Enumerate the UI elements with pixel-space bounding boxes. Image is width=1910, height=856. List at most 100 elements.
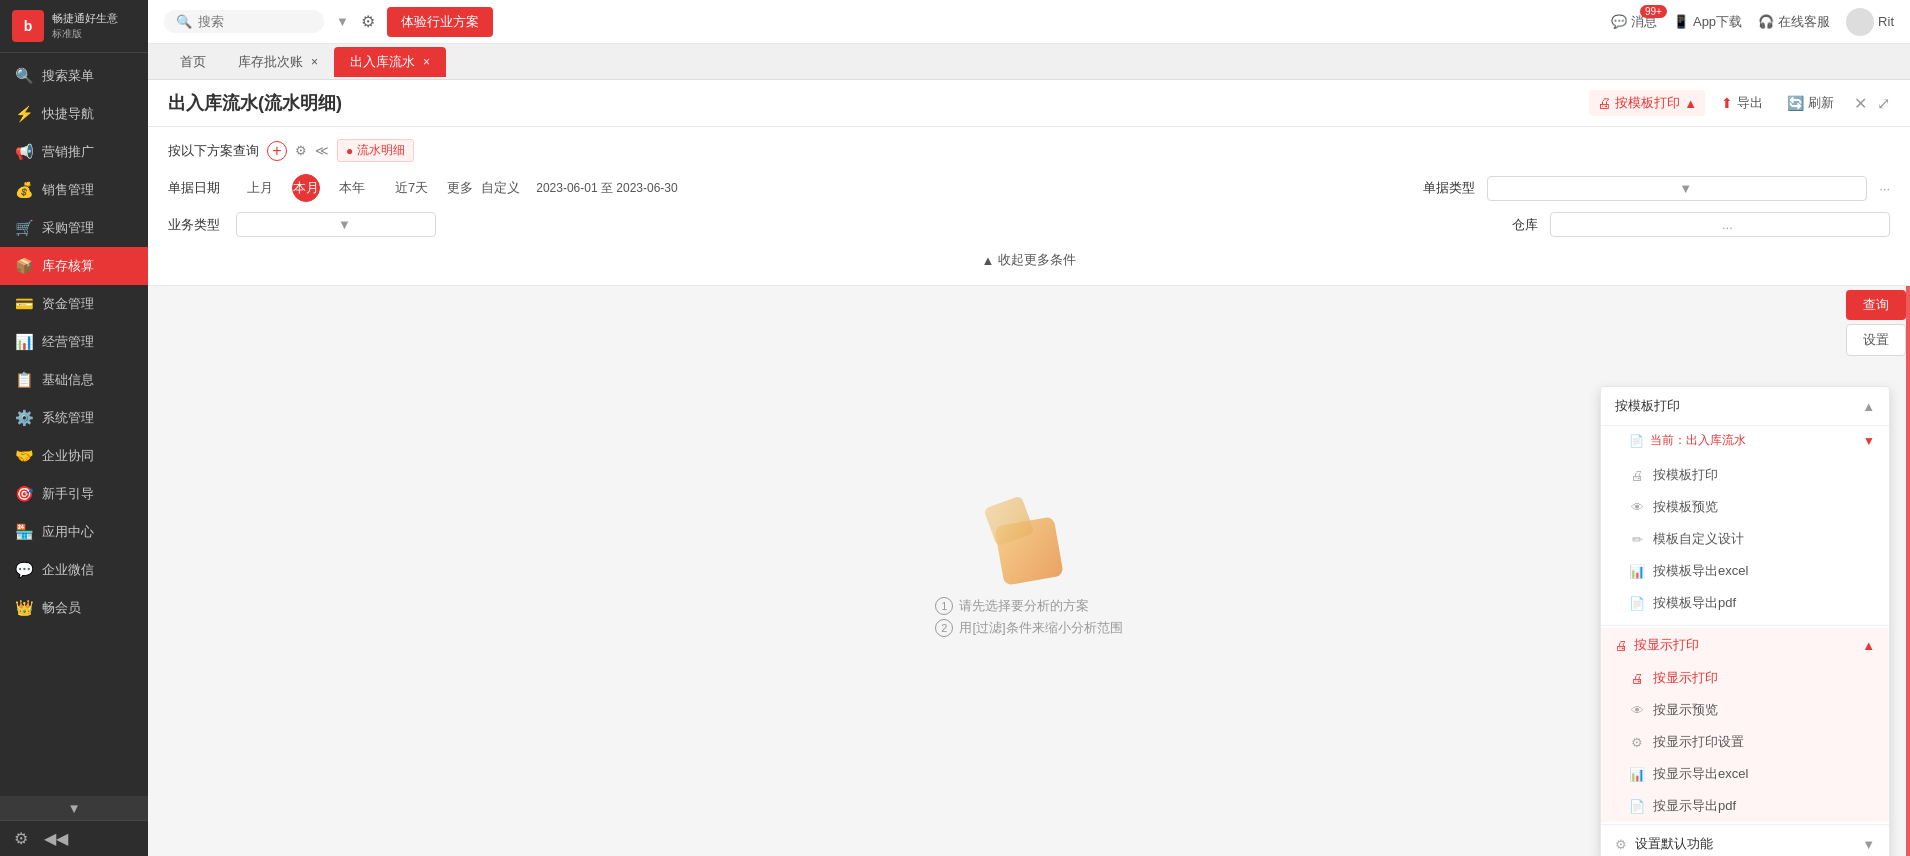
close-stock-flow-tab-icon[interactable]: × xyxy=(423,55,430,69)
collapse-sidebar-icon[interactable]: ◀◀ xyxy=(44,829,68,848)
dropdown-header: 按模板打印 ▲ xyxy=(1601,387,1889,426)
filter-tag-label: 流水明细 xyxy=(357,142,405,159)
filter-add-button[interactable]: + xyxy=(267,141,287,161)
sidebar-item-marketing[interactable]: 📢 营销推广 xyxy=(0,133,148,171)
display-print-icon: 🖨 xyxy=(1615,638,1628,653)
tab-stock-flow[interactable]: 出入库流水 × xyxy=(334,47,446,77)
date-custom-link[interactable]: 自定义 xyxy=(481,179,520,197)
business-label: 业务类型 xyxy=(168,216,220,234)
print-arrow-up-icon: ▲ xyxy=(1684,96,1697,111)
sidebar-item-label: 企业协同 xyxy=(42,447,94,465)
sidebar-item-vip[interactable]: 👑 畅会员 xyxy=(0,589,148,627)
current-template-item[interactable]: 📄 当前：出入库流水 ▼ xyxy=(1601,426,1889,455)
basics-icon: 📋 xyxy=(14,371,34,389)
username-label: Rit xyxy=(1878,14,1894,29)
sidebar-item-sales[interactable]: 💰 销售管理 xyxy=(0,171,148,209)
tab-home[interactable]: 首页 xyxy=(164,47,222,77)
sidebar-item-management[interactable]: 📊 经营管理 xyxy=(0,323,148,361)
filter-settings-button[interactable]: 设置 xyxy=(1846,324,1906,356)
topbar-gear-icon[interactable]: ⚙ xyxy=(361,12,375,31)
excel-display-option[interactable]: 📊 按显示导出excel xyxy=(1601,758,1889,790)
filter-tag-icon: ● xyxy=(346,144,353,158)
search-icon: 🔍 xyxy=(176,14,192,29)
sidebar-item-purchase[interactable]: 🛒 采购管理 xyxy=(0,209,148,247)
pdf-display-option[interactable]: 📄 按显示导出pdf xyxy=(1601,790,1889,822)
design-template-option[interactable]: ✏ 模板自定义设计 xyxy=(1601,523,1889,555)
sidebar-item-inventory[interactable]: 📦 库存核算 xyxy=(0,247,148,285)
sidebar-item-wxwork[interactable]: 💬 企业微信 xyxy=(0,551,148,589)
collapse-conditions-button[interactable]: ▲ 收起更多条件 xyxy=(970,247,1089,273)
logo-icon: b xyxy=(12,10,44,42)
type-select-arrow-icon: ▼ xyxy=(1679,181,1856,196)
filter-business-row: 业务类型 ▼ 仓库 ... xyxy=(168,212,1890,237)
preview-display-option[interactable]: 👁 按显示预览 xyxy=(1601,694,1889,726)
step2-text: 用[过滤]条件来缩小分析范围 xyxy=(959,619,1122,637)
warehouse-select[interactable]: ... xyxy=(1550,212,1890,237)
settings-display-option[interactable]: ⚙ 按显示打印设置 xyxy=(1601,726,1889,758)
print-display-icon: 🖨 xyxy=(1629,670,1645,686)
close-inventory-batch-tab-icon[interactable]: × xyxy=(311,55,318,69)
date-btn-this-year[interactable]: 本年 xyxy=(328,175,376,201)
print-template-option[interactable]: 🖨 按模板打印 xyxy=(1601,459,1889,491)
filter-area: 按以下方案查询 + ⚙ ≪ ● 流水明细 单据日期 上月 本月 本年 近7天 更… xyxy=(148,127,1910,286)
export-excel-template-option[interactable]: 📊 按模板导出excel xyxy=(1601,555,1889,587)
warehouse-more-icon[interactable]: ... xyxy=(1722,217,1879,232)
company-name: 畅捷通好生意 xyxy=(52,11,118,26)
sidebar-item-collab[interactable]: 🤝 企业协同 xyxy=(0,437,148,475)
print-template-button[interactable]: 🖨 按模板打印 ▲ xyxy=(1589,90,1705,116)
user-profile[interactable]: Rit xyxy=(1846,8,1894,36)
filter-settings-icon[interactable]: ⚙ xyxy=(295,143,307,158)
sidebar-item-guide[interactable]: 🎯 新手引导 xyxy=(0,475,148,513)
dropdown-collapse-icon[interactable]: ▲ xyxy=(1862,399,1875,414)
pdf-template-label: 按模板导出pdf xyxy=(1653,594,1736,612)
date-more-link[interactable]: 更多 xyxy=(447,179,473,197)
user-avatar xyxy=(1846,8,1874,36)
sidebar-item-quicknav[interactable]: ⚡ 快捷导航 xyxy=(0,95,148,133)
print-display-option[interactable]: 🖨 按显示打印 xyxy=(1601,662,1889,694)
export-pdf-template-option[interactable]: 📄 按模板导出pdf xyxy=(1601,587,1889,619)
preview-template-icon: 👁 xyxy=(1629,499,1645,515)
expand-panel-icon[interactable]: ⤢ xyxy=(1877,94,1890,113)
cta-button[interactable]: 体验行业方案 xyxy=(387,7,493,37)
close-panel-icon[interactable]: ✕ xyxy=(1854,94,1867,113)
inventory-batch-tab-label: 库存批次账 xyxy=(238,53,303,71)
filter-collapse-icon[interactable]: ≪ xyxy=(315,143,329,158)
tab-inventory-batch[interactable]: 库存批次账 × xyxy=(222,47,334,77)
date-btn-last-month[interactable]: 上月 xyxy=(236,175,284,201)
business-select[interactable]: ▼ xyxy=(236,212,436,237)
search-dropdown-icon[interactable]: ▼ xyxy=(336,14,349,29)
query-button[interactable]: 查询 xyxy=(1846,290,1906,320)
search-input[interactable] xyxy=(198,14,298,29)
settings-bottom-icon[interactable]: ⚙ xyxy=(14,829,28,848)
sidebar-scroll-down[interactable]: ▼ xyxy=(0,796,148,820)
refresh-button[interactable]: 🔄 刷新 xyxy=(1779,90,1842,116)
display-section-header[interactable]: 🖨 按显示打印 ▲ xyxy=(1601,628,1889,662)
collapse-label: 收起更多条件 xyxy=(998,251,1076,269)
dropdown-title: 按模板打印 xyxy=(1615,397,1680,415)
message-button[interactable]: 💬 消息 99+ xyxy=(1611,13,1657,31)
stock-flow-tab-label: 出入库流水 xyxy=(350,53,415,71)
sidebar-item-appcenter[interactable]: 🏪 应用中心 xyxy=(0,513,148,551)
sidebar-item-basics[interactable]: 📋 基础信息 xyxy=(0,361,148,399)
current-template-icon: 📄 xyxy=(1629,434,1644,448)
filter-type-section: 单据类型 ▼ ··· xyxy=(1423,176,1890,201)
date-btn-this-month[interactable]: 本月 xyxy=(292,174,320,202)
export-button[interactable]: ⬆ 导出 xyxy=(1713,90,1771,116)
date-btn-7days[interactable]: 近7天 xyxy=(384,175,439,201)
type-more-icon[interactable]: ··· xyxy=(1879,181,1890,196)
step2-number: 2 xyxy=(935,619,953,637)
sidebar-item-search[interactable]: 🔍 搜索菜单 xyxy=(0,57,148,95)
system-icon: ⚙️ xyxy=(14,409,34,427)
sidebar-item-finance[interactable]: 💳 资金管理 xyxy=(0,285,148,323)
customer-service-button[interactable]: 🎧 在线客服 xyxy=(1758,13,1830,31)
preview-template-option[interactable]: 👁 按模板预览 xyxy=(1601,491,1889,523)
topbar-search-box[interactable]: 🔍 xyxy=(164,10,324,33)
home-tab-label: 首页 xyxy=(180,53,206,71)
filter-date-row: 单据日期 上月 本月 本年 近7天 更多 自定义 2023-06-01 至 20… xyxy=(168,174,1890,202)
empty-steps: 1 请先选择要分析的方案 2 用[过滤]条件来缩小分析范围 xyxy=(935,597,1122,641)
business-arrow-icon: ▼ xyxy=(338,217,425,232)
type-select[interactable]: ▼ xyxy=(1487,176,1867,201)
app-download-button[interactable]: 📱 App下载 xyxy=(1673,13,1742,31)
sidebar-item-system[interactable]: ⚙️ 系统管理 xyxy=(0,399,148,437)
default-function-item[interactable]: ⚙ 设置默认功能 ▼ xyxy=(1601,827,1889,856)
